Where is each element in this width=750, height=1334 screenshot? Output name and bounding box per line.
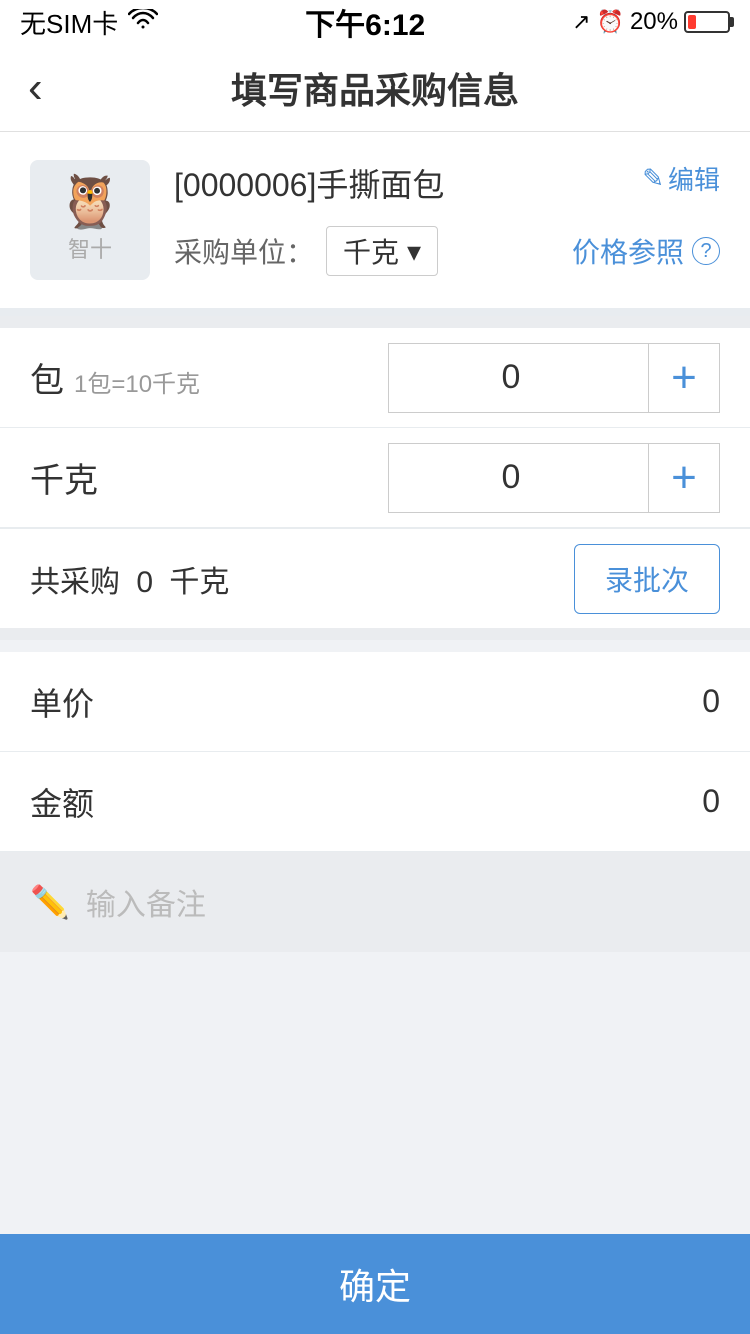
amount-label: 金额 — [30, 779, 94, 825]
confirm-button[interactable]: 确定 — [339, 1258, 411, 1310]
bao-input-group: + — [388, 343, 720, 413]
summary-section: 共采购 0 千克 录批次 — [0, 528, 750, 628]
bao-label: 包 — [30, 353, 64, 402]
status-left: 无SIM卡 — [20, 4, 158, 41]
unit-value: 千克 — [343, 231, 399, 271]
product-info: [0000006]手撕面包 ✎ 编辑 采购单位： 千克 ▾ 价格参照 ? — [174, 160, 720, 276]
note-placeholder: 输入备注 — [86, 880, 206, 924]
nav-bar: ‹ 填写商品采购信息 — [0, 44, 750, 132]
product-name: [0000006]手撕面包 — [174, 160, 642, 206]
product-thumb-label: 智十 — [68, 232, 112, 264]
kg-plus-button[interactable]: + — [648, 443, 720, 513]
unit-select[interactable]: 千克 ▾ — [326, 226, 438, 276]
wifi-icon — [128, 7, 158, 38]
product-thumbnail: 🦉 智十 — [30, 160, 150, 280]
pencil-icon: ✏️ — [30, 883, 70, 921]
battery-percent: 20% — [630, 8, 678, 36]
bao-label-group: 包 1包=10千克 — [30, 353, 200, 402]
carrier-text: 无SIM卡 — [20, 4, 118, 41]
amount-value: 0 — [702, 783, 720, 820]
summary-prefix: 共采购 — [30, 566, 120, 599]
kg-label-group: 千克 — [30, 453, 98, 502]
bao-sub: 1包=10千克 — [74, 364, 200, 399]
edit-icon: ✎ — [642, 163, 664, 194]
input-section: 包 1包=10千克 + 千克 + — [0, 328, 750, 528]
main-content: 🦉 智十 [0000006]手撕面包 ✎ 编辑 采购单位： 千克 ▾ — [0, 132, 750, 1072]
product-section: 🦉 智十 [0000006]手撕面包 ✎ 编辑 采购单位： 千克 ▾ — [0, 132, 750, 316]
note-section[interactable]: ✏️ 输入备注 — [0, 852, 750, 952]
unit-price-label: 单价 — [30, 679, 94, 725]
bao-row: 包 1包=10千克 + — [0, 328, 750, 428]
product-thumb-icon: 🦉 — [58, 176, 123, 228]
dropdown-icon: ▾ — [407, 235, 421, 268]
unit-label: 采购单位： — [174, 231, 314, 271]
confirm-bar[interactable]: 确定 — [0, 1234, 750, 1334]
edit-label: 编辑 — [668, 160, 720, 197]
bao-input[interactable] — [388, 343, 648, 413]
price-ref-button[interactable]: 价格参照 ? — [572, 231, 720, 271]
price-ref-help-icon: ? — [692, 237, 720, 265]
battery-icon — [684, 11, 730, 33]
status-right: ↗ ⏰ 20% — [572, 8, 730, 36]
edit-button[interactable]: ✎ 编辑 — [642, 160, 720, 197]
section-divider-1 — [0, 316, 750, 328]
back-button[interactable]: ‹ — [28, 66, 43, 110]
amount-row: 金额 0 — [0, 752, 750, 852]
status-bar: 无SIM卡 下午6:12 ↗ ⏰ 20% — [0, 0, 750, 44]
summary-suffix: 千克 — [169, 566, 229, 599]
kg-row: 千克 + — [0, 428, 750, 528]
summary-amount: 0 — [136, 566, 153, 599]
product-unit-row: 采购单位： 千克 ▾ 价格参照 ? — [174, 226, 720, 276]
summary-text: 共采购 0 千克 — [30, 557, 229, 601]
kg-label: 千克 — [30, 453, 98, 502]
kg-input-group: + — [388, 443, 720, 513]
unit-price-row: 单价 0 — [0, 652, 750, 752]
product-header: [0000006]手撕面包 ✎ 编辑 — [174, 160, 720, 206]
page-title: 填写商品采购信息 — [231, 62, 519, 114]
unit-price-value: 0 — [702, 683, 720, 720]
price-section: 单价 0 金额 0 — [0, 652, 750, 852]
alarm-icon: ⏰ — [597, 9, 624, 35]
price-ref-label: 价格参照 — [572, 231, 684, 271]
batch-button[interactable]: 录批次 — [574, 544, 720, 614]
location-icon: ↗ — [572, 9, 590, 35]
bao-plus-button[interactable]: + — [648, 343, 720, 413]
section-divider-2 — [0, 628, 750, 640]
kg-input[interactable] — [388, 443, 648, 513]
status-time: 下午6:12 — [305, 0, 425, 44]
